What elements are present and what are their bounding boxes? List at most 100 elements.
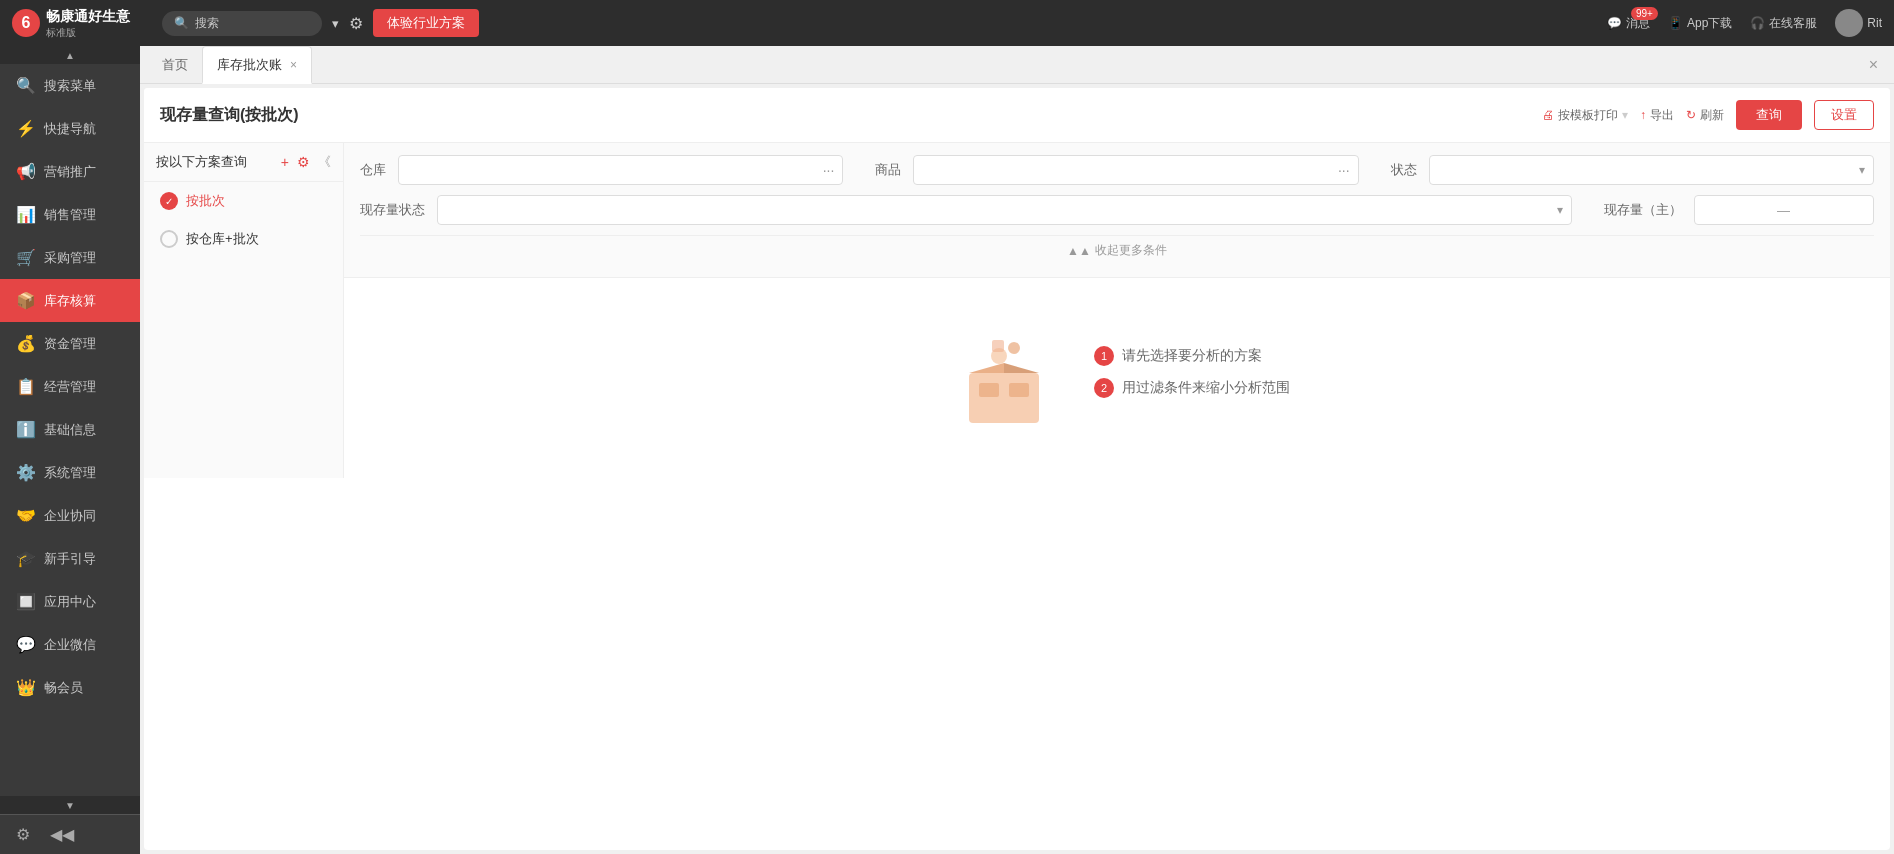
online-service-label: 在线客服 xyxy=(1769,15,1817,32)
sidebar-item-search[interactable]: 🔍 搜索菜单 xyxy=(0,64,140,107)
stock-qty-range[interactable]: — xyxy=(1694,195,1874,225)
user-avatar-button[interactable]: Rit xyxy=(1835,9,1882,37)
svg-rect-0 xyxy=(969,373,1039,423)
sidebar-scroll-down[interactable]: ▼ xyxy=(0,796,140,814)
messages-button[interactable]: 💬 消息 99+ xyxy=(1607,15,1650,32)
svg-rect-3 xyxy=(979,383,999,397)
refresh-button[interactable]: ↻ 刷新 xyxy=(1686,107,1724,124)
sidebar-item-label: 采购管理 xyxy=(44,249,96,267)
logo-icon: 6 xyxy=(12,9,40,37)
avatar xyxy=(1835,9,1863,37)
status-select[interactable]: ▾ xyxy=(1429,155,1874,185)
topbar-right: 💬 消息 99+ 📱 App下载 🎧 在线客服 Rit xyxy=(1607,9,1882,37)
operation-icon: 📋 xyxy=(16,377,36,396)
topbar-center: 🔍 搜索 ▾ ⚙ 体验行业方案 xyxy=(152,9,1607,37)
sidebar-item-label: 应用中心 xyxy=(44,593,96,611)
message-icon: 💬 xyxy=(1607,16,1622,30)
sidebar-item-label: 经营管理 xyxy=(44,378,96,396)
sidebar-item-operation[interactable]: 📋 经营管理 xyxy=(0,365,140,408)
sidebar-item-app-center[interactable]: 🔲 应用中心 xyxy=(0,580,140,623)
left-panel-actions: + ⚙ 《 xyxy=(281,153,331,171)
empty-step-2: 2 用过滤条件来缩小分析范围 xyxy=(1094,378,1290,398)
tab-close-all-icon[interactable]: × xyxy=(1861,52,1886,78)
sidebar-item-finance[interactable]: 💰 资金管理 xyxy=(0,322,140,365)
sidebar-item-enterprise[interactable]: 🤝 企业协同 xyxy=(0,494,140,537)
warehouse-input[interactable]: ··· xyxy=(398,155,843,185)
sidebar-item-system[interactable]: ⚙️ 系统管理 xyxy=(0,451,140,494)
export-button[interactable]: ↑ 导出 xyxy=(1640,107,1674,124)
topbar-search[interactable]: 🔍 搜索 xyxy=(162,11,322,36)
export-label: 导出 xyxy=(1650,107,1674,124)
sidebar-item-quick-nav[interactable]: ⚡ 快捷导航 xyxy=(0,107,140,150)
svg-marker-1 xyxy=(969,363,1004,373)
left-panel-header: 按以下方案查询 + ⚙ 《 xyxy=(144,143,343,182)
collapse-filter-button[interactable]: ▲▲ 收起更多条件 xyxy=(360,235,1874,265)
topbar-gear-icon[interactable]: ⚙ xyxy=(349,14,363,33)
tabs-bar: 首页 库存批次账 × × xyxy=(140,46,1894,84)
setting-button[interactable]: 设置 xyxy=(1814,100,1874,130)
page-header-actions: 🖨 按模板打印 ▾ ↑ 导出 ↻ 刷新 查询 设置 xyxy=(1542,100,1874,130)
tab-home[interactable]: 首页 xyxy=(148,46,202,84)
wechat-icon: 💬 xyxy=(16,635,36,654)
search-menu-icon: 🔍 xyxy=(16,76,36,95)
sidebar-item-wechat[interactable]: 💬 企业微信 xyxy=(0,623,140,666)
sidebar-item-guide[interactable]: 🎓 新手引导 xyxy=(0,537,140,580)
sidebar-item-label: 畅会员 xyxy=(44,679,83,697)
online-service-button[interactable]: 🎧 在线客服 xyxy=(1750,15,1817,32)
trial-button[interactable]: 体验行业方案 xyxy=(373,9,479,37)
sidebar-item-purchase[interactable]: 🛒 采购管理 xyxy=(0,236,140,279)
tab-inventory-batch[interactable]: 库存批次账 × xyxy=(202,46,312,84)
sidebar-scroll-up[interactable]: ▲ xyxy=(0,46,140,64)
sidebar-item-inventory[interactable]: 📦 库存核算 xyxy=(0,279,140,322)
collapse-sidebar-icon[interactable]: ◀◀ xyxy=(50,825,74,844)
settings-bottom-icon[interactable]: ⚙ xyxy=(16,825,30,844)
tab-home-label: 首页 xyxy=(162,56,188,74)
plan-active-icon: ✓ xyxy=(160,192,178,210)
add-plan-icon[interactable]: + xyxy=(281,154,289,170)
sidebar-item-basic-info[interactable]: ℹ️ 基础信息 xyxy=(0,408,140,451)
warehouse-dots[interactable]: ··· xyxy=(823,162,835,178)
warehouse-label: 仓库 xyxy=(360,161,386,179)
system-icon: ⚙️ xyxy=(16,463,36,482)
topbar-dropdown-icon[interactable]: ▾ xyxy=(332,16,339,31)
finance-icon: 💰 xyxy=(16,334,36,353)
service-icon: 🎧 xyxy=(1750,16,1765,30)
sidebar-item-label: 系统管理 xyxy=(44,464,96,482)
filter-row-2: 现存量状态 ▾ 现存量（主） — xyxy=(360,195,1874,225)
print-button[interactable]: 🖨 按模板打印 ▾ xyxy=(1542,107,1628,124)
sidebar: ▲ 🔍 搜索菜单 ⚡ 快捷导航 📢 营销推广 📊 销售管理 🛒 采购管理 xyxy=(0,46,140,854)
sidebar-item-label: 营销推广 xyxy=(44,163,96,181)
sidebar-item-label: 快捷导航 xyxy=(44,120,96,138)
collapse-panel-icon[interactable]: 《 xyxy=(318,153,331,171)
quick-nav-icon: ⚡ xyxy=(16,119,36,138)
right-area: 仓库 ··· 商品 ··· 状态 xyxy=(344,143,1890,478)
member-icon: 👑 xyxy=(16,678,36,697)
product-text-input[interactable] xyxy=(922,163,1338,177)
app-download-button[interactable]: 📱 App下载 xyxy=(1668,15,1732,32)
sidebar-item-label: 企业微信 xyxy=(44,636,96,654)
step-1-number: 1 xyxy=(1094,346,1114,366)
stock-qty-max-input[interactable] xyxy=(1794,203,1864,217)
plan-item-batch[interactable]: ✓ 按批次 xyxy=(144,182,343,220)
plan-item-warehouse-batch[interactable]: 按仓库+批次 xyxy=(144,220,343,258)
print-chevron-icon: ▾ xyxy=(1622,108,1628,122)
main-area: 按以下方案查询 + ⚙ 《 ✓ 按批次 按仓库+批次 xyxy=(144,143,1890,478)
product-dots[interactable]: ··· xyxy=(1338,162,1350,178)
tab-close-icon[interactable]: × xyxy=(290,58,297,72)
query-button[interactable]: 查询 xyxy=(1736,100,1802,130)
message-badge: 99+ xyxy=(1631,7,1658,20)
sidebar-item-marketing[interactable]: 📢 营销推广 xyxy=(0,150,140,193)
stock-status-select[interactable]: ▾ xyxy=(437,195,1572,225)
warehouse-text-input[interactable] xyxy=(407,163,823,177)
product-input[interactable]: ··· xyxy=(913,155,1358,185)
sidebar-item-member[interactable]: 👑 畅会员 xyxy=(0,666,140,709)
export-icon: ↑ xyxy=(1640,108,1646,122)
svg-point-6 xyxy=(1008,342,1020,354)
app-title: 畅康通好生意 标准版 xyxy=(46,7,130,38)
sidebar-item-label: 企业协同 xyxy=(44,507,96,525)
stock-status-label: 现存量状态 xyxy=(360,201,425,219)
sidebar-item-sales[interactable]: 📊 销售管理 xyxy=(0,193,140,236)
main-layout: ▲ 🔍 搜索菜单 ⚡ 快捷导航 📢 营销推广 📊 销售管理 🛒 采购管理 xyxy=(0,46,1894,854)
setting-plan-icon[interactable]: ⚙ xyxy=(297,154,310,170)
stock-qty-min-input[interactable] xyxy=(1703,203,1773,217)
